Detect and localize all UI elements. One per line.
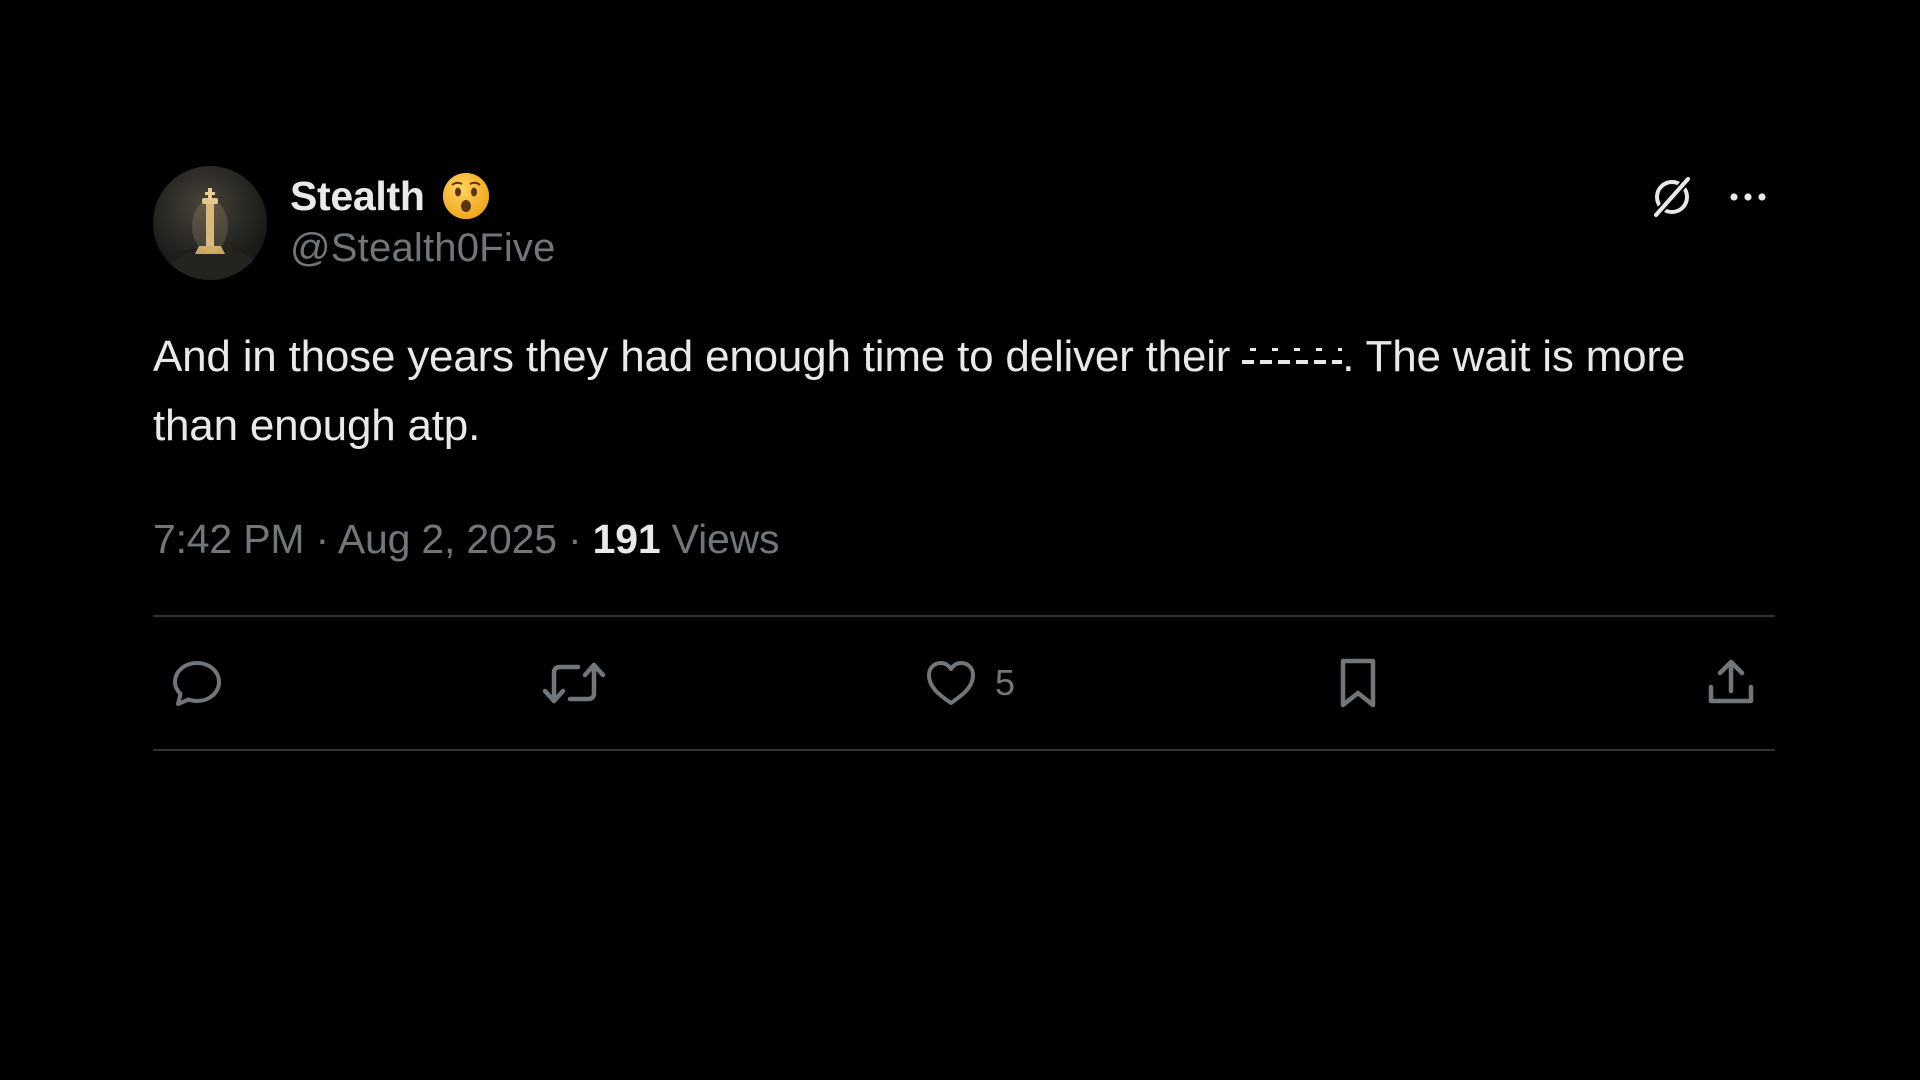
- author-identity: Stealth @Stealth0Five: [290, 168, 556, 271]
- share-button[interactable]: [1701, 653, 1761, 713]
- tweet-text-part-1: And in those years they had enough time …: [153, 332, 1243, 381]
- author-handle[interactable]: @Stealth0Five: [290, 226, 556, 271]
- repost-button[interactable]: [540, 653, 608, 713]
- divider: [153, 749, 1775, 751]
- tweet-date[interactable]: Aug 2, 2025: [338, 516, 557, 562]
- meta-separator: ·: [556, 516, 593, 562]
- like-icon: [926, 661, 975, 705]
- views-count: 191: [592, 516, 661, 562]
- tweet-meta: 7:42 PM · Aug 2, 2025 · 191 Views: [153, 516, 1775, 563]
- avatar[interactable]: [153, 166, 267, 280]
- tweet-card: Stealth @Stealth0Five And in those years…: [153, 166, 1775, 751]
- like-count: 5: [994, 662, 1015, 703]
- redacted-word: [1242, 340, 1343, 371]
- action-bar: 5: [153, 617, 1775, 749]
- display-name[interactable]: Stealth: [290, 173, 425, 220]
- views-label: Views: [671, 516, 780, 562]
- grok-icon[interactable]: [1645, 170, 1699, 224]
- tweet-header: Stealth @Stealth0Five: [153, 166, 1775, 286]
- tweet-top-actions: [1645, 170, 1775, 224]
- hushed-face-emoji: [442, 173, 489, 219]
- share-icon: [1708, 659, 1754, 704]
- avatar-image: [158, 188, 262, 280]
- more-icon[interactable]: [1721, 170, 1775, 224]
- name-row: Stealth: [290, 168, 556, 224]
- bookmark-button[interactable]: [1328, 653, 1388, 713]
- bookmark-icon: [1340, 658, 1376, 708]
- repost-icon: [542, 662, 606, 704]
- like-button[interactable]: 5: [921, 653, 1015, 713]
- reply-button[interactable]: [167, 653, 227, 713]
- meta-separator: ·: [304, 516, 338, 562]
- tweet-text: And in those years they had enough time …: [153, 322, 1775, 460]
- tweet-time[interactable]: 7:42 PM: [153, 516, 304, 562]
- reply-icon: [173, 661, 221, 706]
